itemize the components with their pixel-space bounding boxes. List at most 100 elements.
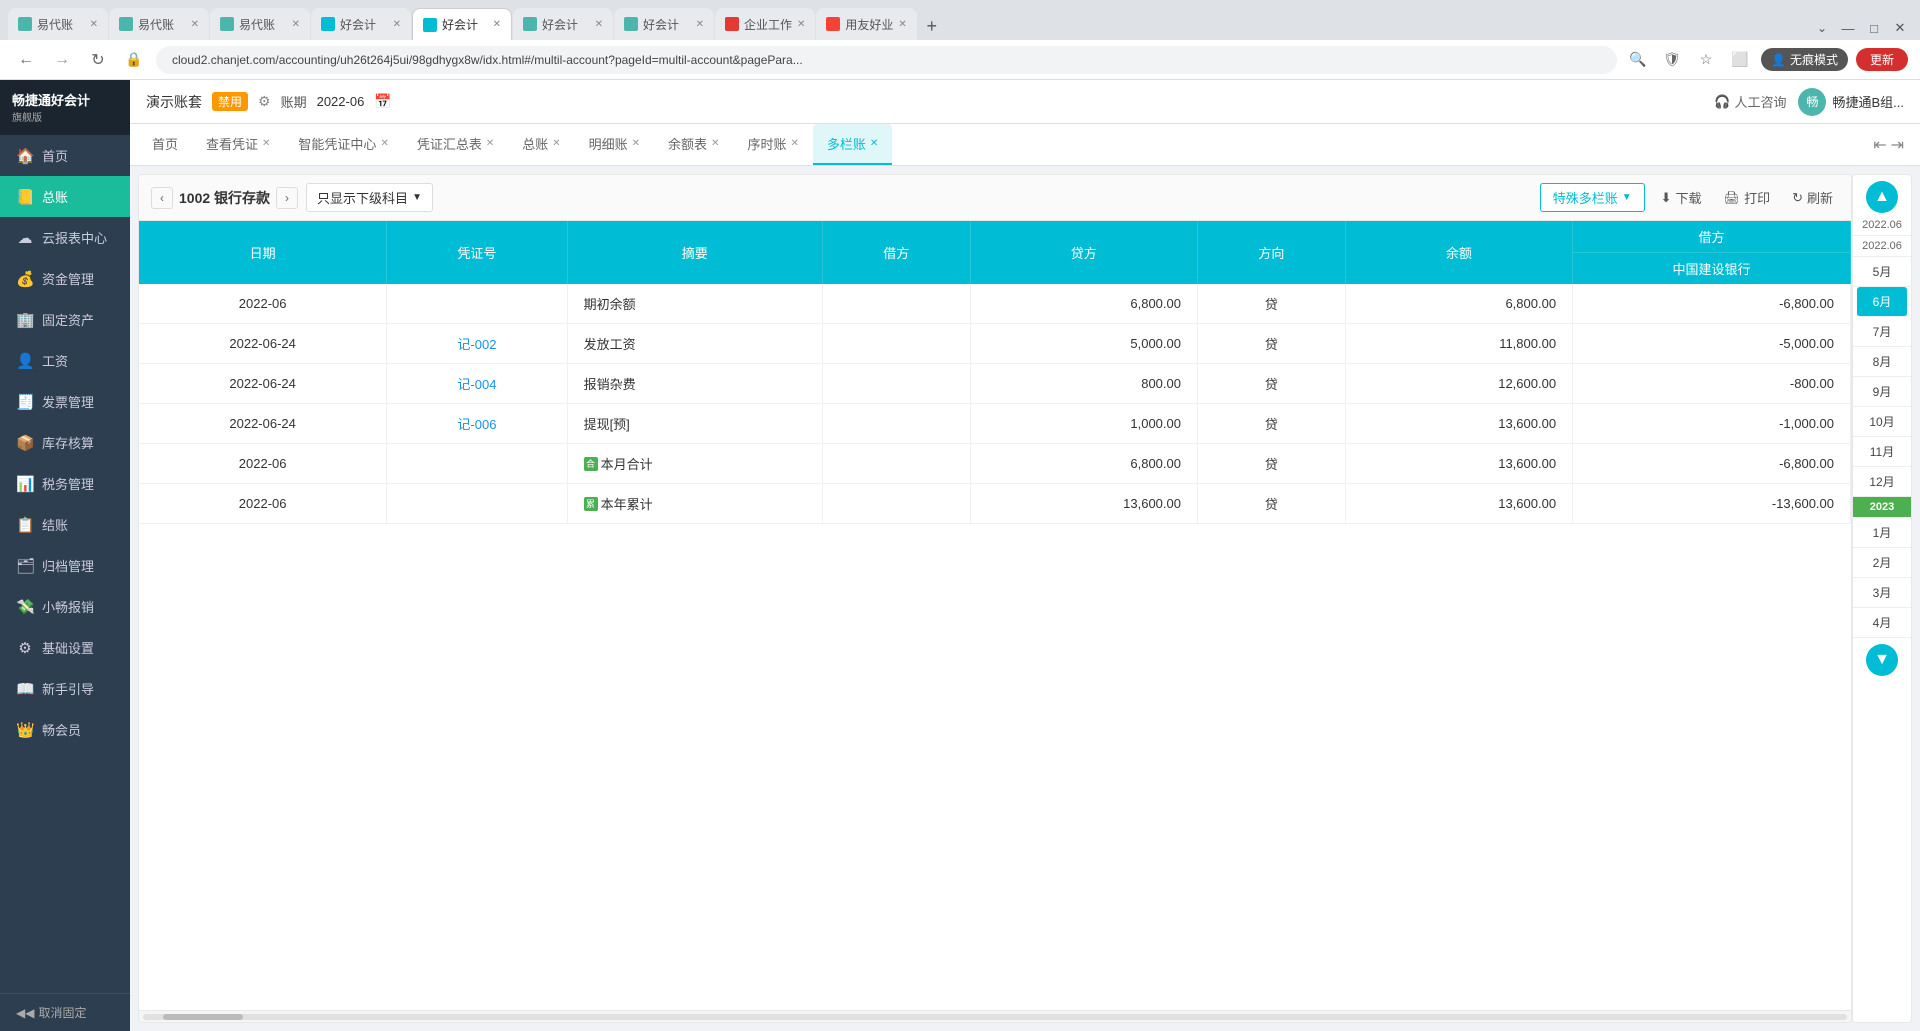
tab-detail-ledger[interactable]: 明细账 ✕ — [575, 124, 654, 165]
browser-tab-2[interactable]: 易代账 ✕ — [109, 8, 209, 40]
cell-voucher[interactable]: 记-006 — [387, 404, 567, 444]
sidebar-footer[interactable]: ◀◀ 取消固定 — [0, 993, 130, 1031]
user-info[interactable]: 畅 畅捷通B组... — [1798, 88, 1904, 116]
tab-balance[interactable]: 余额表 ✕ — [654, 124, 733, 165]
cal-month-december[interactable]: 12月 — [1853, 467, 1911, 497]
cal-month-october[interactable]: 10月 — [1853, 407, 1911, 437]
cal-up-button[interactable]: ▲ — [1866, 181, 1898, 213]
browser-tab-6[interactable]: 好会计 ✕ — [513, 8, 613, 40]
browser-tab-3[interactable]: 易代账 ✕ — [210, 8, 310, 40]
close-button[interactable]: ✕ — [1888, 16, 1912, 40]
sidebar-item-tax[interactable]: 📊 税务管理 — [0, 463, 130, 504]
tab-multi-column[interactable]: 多栏账 ✕ — [813, 124, 892, 165]
tab-close-icon[interactable]: ✕ — [262, 138, 270, 149]
browser-tab-7[interactable]: 好会计 ✕ — [614, 8, 714, 40]
tab-close-icon[interactable]: ✕ — [552, 138, 560, 149]
sidebar-item-funds[interactable]: 💰 资金管理 — [0, 258, 130, 299]
extension-icon[interactable]: ⬜ — [1727, 47, 1753, 73]
refresh-button[interactable]: ↻ — [84, 46, 112, 74]
sidebar-item-archive[interactable]: 🗂 归档管理 — [0, 545, 130, 586]
browser-tab-1[interactable]: 易代账 ✕ — [8, 8, 108, 40]
tab-close-icon[interactable]: ✕ — [711, 138, 719, 149]
cal-month-june[interactable]: 6月 — [1857, 287, 1907, 317]
cal-month-september[interactable]: 9月 — [1853, 377, 1911, 407]
forward-button[interactable]: → — [48, 46, 76, 74]
salary-icon: 👤 — [16, 352, 34, 370]
tab-collapse-button[interactable]: ⇤ ⇥ — [1865, 125, 1912, 165]
sidebar-item-invoice[interactable]: 🧾 发票管理 — [0, 381, 130, 422]
tab-close-icon[interactable]: ✕ — [870, 138, 878, 149]
maximize-button[interactable]: □ — [1862, 16, 1886, 40]
sidebar-item-home[interactable]: 🏠 首页 — [0, 135, 130, 176]
cal-month-july[interactable]: 7月 — [1853, 317, 1911, 347]
prev-account-button[interactable]: ‹ — [151, 187, 173, 209]
cal-month-feb[interactable]: 2月 — [1853, 548, 1911, 578]
sidebar-item-label: 总账 — [42, 187, 68, 206]
tab-close[interactable]: ✕ — [292, 19, 300, 30]
tab-close-icon[interactable]: ✕ — [486, 138, 494, 149]
tab-close[interactable]: ✕ — [90, 19, 98, 30]
sidebar-item-member[interactable]: 👑 畅会员 — [0, 709, 130, 750]
tab-close[interactable]: ✕ — [493, 19, 501, 30]
star-icon[interactable]: ☆ — [1693, 47, 1719, 73]
minimize-button[interactable]: — — [1836, 16, 1860, 40]
cal-down-button[interactable]: ▼ — [1866, 644, 1898, 676]
home-button[interactable]: 🔒 — [120, 46, 148, 74]
browser-tab-8[interactable]: 企业工作 ✕ — [715, 8, 815, 40]
sidebar-item-salary[interactable]: 👤 工资 — [0, 340, 130, 381]
tab-list-button[interactable]: ⌄ — [1810, 16, 1834, 40]
horizontal-scrollbar[interactable] — [139, 1010, 1851, 1022]
tab-close[interactable]: ✕ — [696, 19, 704, 30]
sidebar-item-cloud[interactable]: ☁ 云报表中心 — [0, 217, 130, 258]
browser-tab-5-active[interactable]: 好会计 ✕ — [412, 8, 512, 40]
consult-button[interactable]: 🎧 人工咨询 — [1714, 92, 1786, 111]
tab-general-ledger[interactable]: 总账 ✕ — [508, 124, 574, 165]
tab-close[interactable]: ✕ — [797, 19, 805, 30]
cal-month-november[interactable]: 11月 — [1853, 437, 1911, 467]
url-box[interactable]: cloud2.chanjet.com/accounting/uh26t264j5… — [156, 46, 1617, 74]
next-account-button[interactable]: › — [276, 187, 298, 209]
sidebar-item-close[interactable]: 📋 结账 — [0, 504, 130, 545]
shield-icon[interactable]: 🛡 — [1659, 47, 1685, 73]
tab-close[interactable]: ✕ — [393, 19, 401, 30]
tab-voucher-summary[interactable]: 凭证汇总表 ✕ — [403, 124, 508, 165]
tab-close-icon[interactable]: ✕ — [790, 138, 798, 149]
sidebar-item-assets[interactable]: 🏢 固定资产 — [0, 299, 130, 340]
sidebar-item-expense[interactable]: 💸 小畅报销 — [0, 586, 130, 627]
tab-close-icon[interactable]: ✕ — [380, 138, 388, 149]
cal-month-may[interactable]: 5月 — [1853, 257, 1911, 287]
update-button[interactable]: 更新 — [1856, 48, 1908, 71]
settings-gear-icon[interactable]: ⚙ — [258, 93, 271, 110]
browser-tab-4[interactable]: 好会计 ✕ — [311, 8, 411, 40]
refresh-ledger-button[interactable]: ↻ 刷新 — [1786, 184, 1839, 211]
filter-dropdown[interactable]: 只显示下级科目 ▼ — [306, 183, 433, 212]
tab-close[interactable]: ✕ — [595, 19, 603, 30]
cell-voucher[interactable]: 记-004 — [387, 364, 567, 404]
sidebar-item-inventory[interactable]: 📦 库存核算 — [0, 422, 130, 463]
download-button[interactable]: ⬇ 下载 — [1655, 184, 1708, 211]
tab-close[interactable]: ✕ — [191, 19, 199, 30]
cal-month-jan[interactable]: 1月 — [1853, 518, 1911, 548]
cal-month-apr[interactable]: 4月 — [1853, 608, 1911, 638]
wuhen-mode-button[interactable]: 👤 无痕模式 — [1761, 48, 1848, 71]
tab-sequence[interactable]: 序时账 ✕ — [733, 124, 812, 165]
browser-tab-9[interactable]: 用友好业 ✕ — [816, 8, 916, 40]
tab-close[interactable]: ✕ — [898, 19, 906, 30]
tab-close-icon[interactable]: ✕ — [632, 138, 640, 149]
sidebar-item-settings[interactable]: ⚙ 基础设置 — [0, 627, 130, 668]
sidebar-item-guide[interactable]: 📖 新手引导 — [0, 668, 130, 709]
calendar-icon[interactable]: 📅 — [374, 93, 391, 110]
cal-month-august[interactable]: 8月 — [1853, 347, 1911, 377]
cell-voucher[interactable]: 记-002 — [387, 324, 567, 364]
new-tab-button[interactable]: + — [918, 12, 946, 40]
back-button[interactable]: ← — [12, 46, 40, 74]
sidebar-item-ledger[interactable]: 📒 总账 — [0, 176, 130, 217]
tab-home[interactable]: 首页 — [138, 124, 192, 165]
cal-month-mar[interactable]: 3月 — [1853, 578, 1911, 608]
tab-view-voucher[interactable]: 查看凭证 ✕ — [192, 124, 284, 165]
tab-smart-voucher[interactable]: 智能凭证中心 ✕ — [284, 124, 402, 165]
search-icon[interactable]: 🔍 — [1625, 47, 1651, 73]
special-multicolumn-button[interactable]: 特殊多栏账 ▼ — [1540, 183, 1645, 212]
print-button[interactable]: 🖨 打印 — [1718, 184, 1777, 211]
table-row-summary: 2022-06 合 本月合计 6,800.00 — [139, 444, 1851, 484]
